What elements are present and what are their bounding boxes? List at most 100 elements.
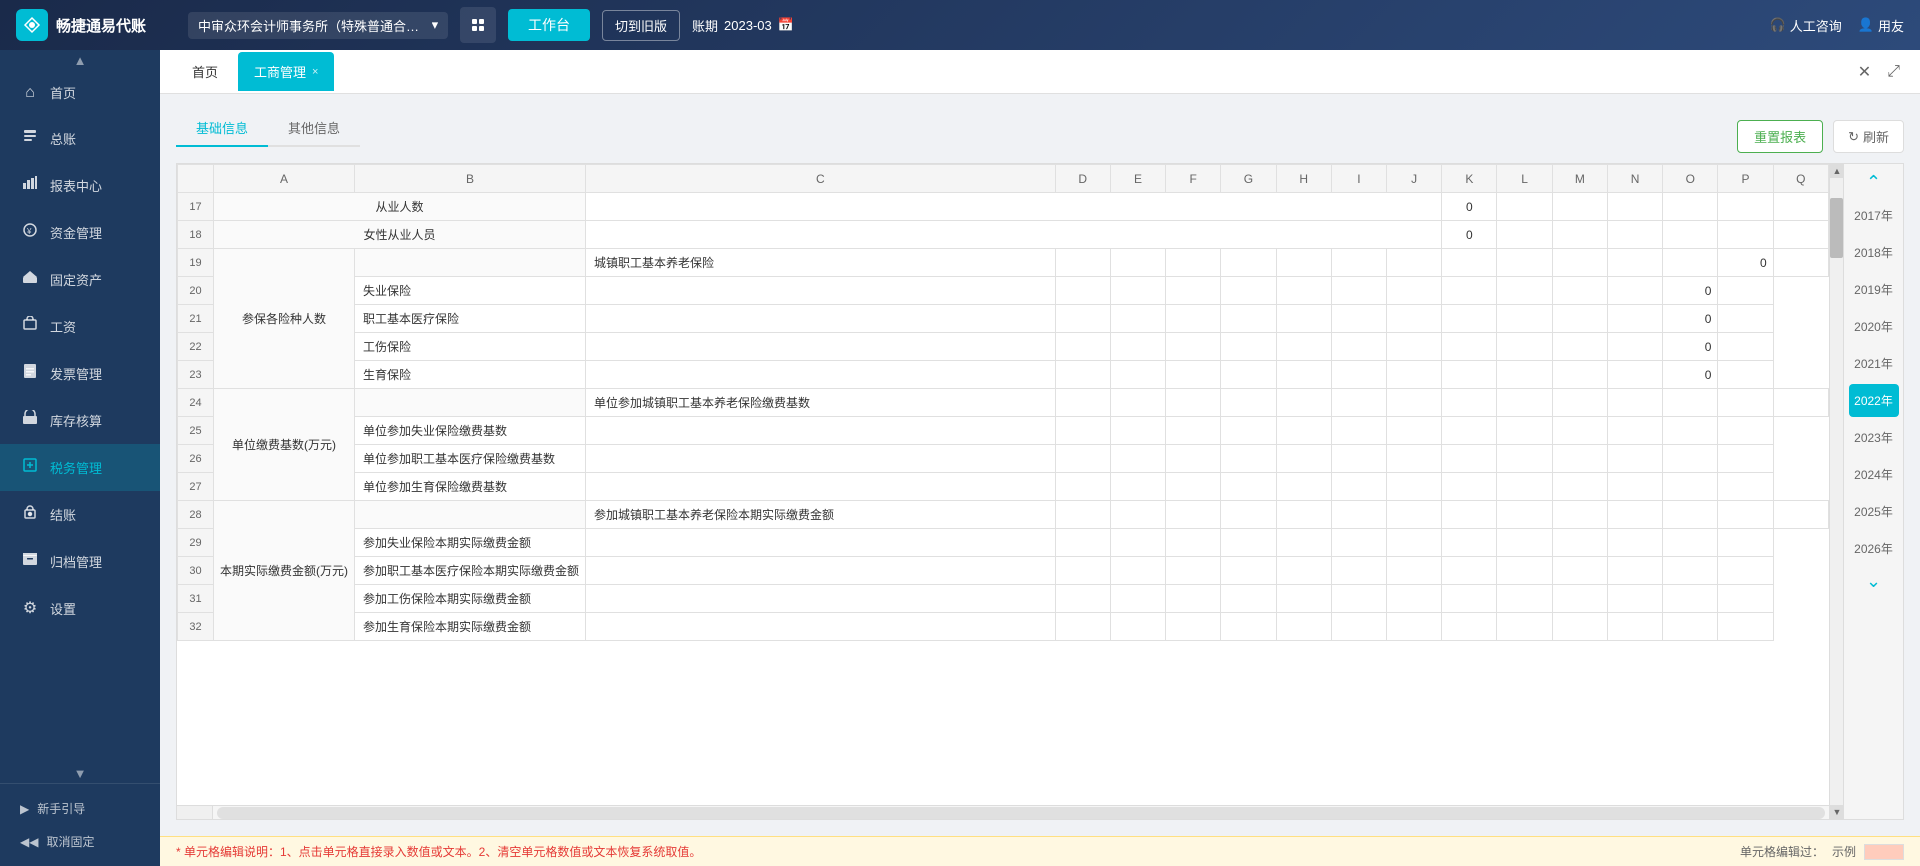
cell-c[interactable]: 单位参加职工基本医疗保险缴费基数 bbox=[355, 445, 586, 473]
cell-empty[interactable] bbox=[1110, 305, 1165, 333]
cell-empty[interactable] bbox=[1552, 529, 1607, 557]
cell-empty[interactable] bbox=[1552, 613, 1607, 641]
cell-empty[interactable] bbox=[1221, 389, 1276, 417]
cell-empty[interactable] bbox=[1497, 417, 1552, 445]
cell-empty[interactable] bbox=[1055, 417, 1110, 445]
cell-c[interactable] bbox=[586, 221, 1442, 249]
sheet-container[interactable]: A B C D E F G H I J bbox=[177, 164, 1829, 805]
cell-p[interactable]: 0 bbox=[1663, 361, 1718, 389]
cell-empty[interactable] bbox=[1331, 529, 1386, 557]
cell-empty[interactable] bbox=[1055, 473, 1110, 501]
cell-p[interactable] bbox=[1663, 557, 1718, 585]
cell-c[interactable]: 失业保险 bbox=[355, 277, 586, 305]
sidebar-item-invoice[interactable]: 发票管理 bbox=[0, 350, 160, 397]
year-item-2018[interactable]: 2018年 bbox=[1849, 236, 1899, 269]
col-header-q[interactable]: Q bbox=[1773, 165, 1828, 193]
table-row[interactable]: 29参加失业保险本期实际缴费金额 bbox=[178, 529, 1829, 557]
cell-empty[interactable] bbox=[1166, 249, 1221, 277]
cell-k[interactable] bbox=[1387, 333, 1442, 361]
col-header-l[interactable]: L bbox=[1497, 165, 1552, 193]
cell-p[interactable] bbox=[1718, 501, 1773, 529]
cell-empty[interactable] bbox=[1110, 333, 1165, 361]
cell-q[interactable] bbox=[1718, 557, 1773, 585]
right-scrollbar[interactable]: ▲ ▼ bbox=[1829, 164, 1843, 819]
cell-empty[interactable] bbox=[1110, 501, 1165, 529]
cell-empty[interactable] bbox=[1442, 473, 1497, 501]
sidebar-item-home[interactable]: ⌂ 首页 bbox=[0, 70, 160, 115]
cell-q[interactable] bbox=[1773, 501, 1828, 529]
table-row[interactable]: 31参加工伤保险本期实际缴费金额 bbox=[178, 585, 1829, 613]
cell-q[interactable] bbox=[1718, 417, 1773, 445]
cell-empty[interactable] bbox=[1442, 305, 1497, 333]
cell-empty[interactable] bbox=[1331, 557, 1386, 585]
cell-empty[interactable] bbox=[1276, 529, 1331, 557]
cell-empty[interactable] bbox=[1055, 249, 1110, 277]
table-row[interactable]: 21职工基本医疗保险0 bbox=[178, 305, 1829, 333]
cell-q[interactable] bbox=[1718, 305, 1773, 333]
tab-close-window-icon[interactable]: ✕ bbox=[1854, 58, 1875, 86]
cell-empty[interactable] bbox=[1276, 557, 1331, 585]
cell-empty[interactable] bbox=[1055, 277, 1110, 305]
table-row[interactable]: 17从业人数0 bbox=[178, 193, 1829, 221]
company-icon-btn[interactable] bbox=[460, 7, 496, 43]
cell-empty[interactable] bbox=[1166, 529, 1221, 557]
cell-empty[interactable] bbox=[1607, 305, 1662, 333]
sidebar-item-closing[interactable]: 结账 bbox=[0, 491, 160, 538]
cell-empty[interactable] bbox=[1221, 305, 1276, 333]
cell-empty[interactable] bbox=[1221, 613, 1276, 641]
cell-c[interactable] bbox=[586, 193, 1442, 221]
cell-empty[interactable] bbox=[1110, 585, 1165, 613]
cell-empty[interactable] bbox=[1497, 529, 1552, 557]
cell-q[interactable] bbox=[1718, 473, 1773, 501]
cell-empty[interactable] bbox=[1221, 529, 1276, 557]
cell-k[interactable] bbox=[1387, 557, 1442, 585]
h-scrollbar[interactable] bbox=[213, 806, 1829, 819]
cell-empty[interactable] bbox=[1055, 529, 1110, 557]
cell-empty[interactable] bbox=[1055, 305, 1110, 333]
cell-empty[interactable] bbox=[1110, 249, 1165, 277]
cell-empty[interactable] bbox=[1552, 557, 1607, 585]
year-item-2026[interactable]: 2026年 bbox=[1849, 532, 1899, 565]
cell-empty[interactable] bbox=[1442, 557, 1497, 585]
col-header-i[interactable]: I bbox=[1331, 165, 1386, 193]
cell-k[interactable] bbox=[1387, 529, 1442, 557]
cell-empty[interactable] bbox=[1110, 613, 1165, 641]
table-row[interactable]: 30参加职工基本医疗保险本期实际缴费金额 bbox=[178, 557, 1829, 585]
cell-empty[interactable] bbox=[1331, 473, 1386, 501]
cell-empty[interactable] bbox=[1552, 389, 1607, 417]
cell-empty[interactable] bbox=[1110, 277, 1165, 305]
year-item-2023[interactable]: 2023年 bbox=[1849, 421, 1899, 454]
cell-empty[interactable] bbox=[1221, 585, 1276, 613]
cell-p[interactable]: 0 bbox=[1718, 249, 1773, 277]
cell-empty[interactable] bbox=[1166, 585, 1221, 613]
cell-empty[interactable] bbox=[1497, 389, 1552, 417]
cell-empty[interactable] bbox=[586, 445, 1056, 473]
cell-a[interactable]: 参保各险种人数 bbox=[214, 249, 355, 389]
scroll-down-btn[interactable]: ▼ bbox=[1830, 805, 1844, 819]
cell-empty[interactable] bbox=[1552, 361, 1607, 389]
sidebar-item-ledger[interactable]: 总账 bbox=[0, 115, 160, 162]
sub-tab-basic[interactable]: 基础信息 bbox=[176, 110, 268, 147]
cell-empty[interactable] bbox=[1110, 529, 1165, 557]
table-row[interactable]: 20失业保险0 bbox=[178, 277, 1829, 305]
cell-empty[interactable] bbox=[1663, 501, 1718, 529]
cell-q[interactable] bbox=[1718, 613, 1773, 641]
cell-empty[interactable] bbox=[1497, 361, 1552, 389]
cell-empty[interactable] bbox=[1110, 473, 1165, 501]
year-item-2021[interactable]: 2021年 bbox=[1849, 347, 1899, 380]
cell-empty[interactable] bbox=[586, 361, 1056, 389]
col-header-h[interactable]: H bbox=[1276, 165, 1331, 193]
cell-empty[interactable] bbox=[1276, 501, 1331, 529]
cell-empty[interactable] bbox=[1331, 445, 1386, 473]
cell-empty[interactable] bbox=[1552, 193, 1607, 221]
cell-empty[interactable] bbox=[1552, 277, 1607, 305]
table-row[interactable]: 24单位缴费基数(万元)单位参加城镇职工基本养老保险缴费基数 bbox=[178, 389, 1829, 417]
col-header-d[interactable]: D bbox=[1055, 165, 1110, 193]
cell-empty[interactable] bbox=[1552, 221, 1607, 249]
cell-empty[interactable] bbox=[1331, 277, 1386, 305]
cell-q[interactable] bbox=[1773, 221, 1828, 249]
cell-empty[interactable] bbox=[1166, 333, 1221, 361]
cell-empty[interactable] bbox=[1276, 417, 1331, 445]
cell-empty[interactable] bbox=[1221, 249, 1276, 277]
cell-empty[interactable] bbox=[1607, 389, 1662, 417]
